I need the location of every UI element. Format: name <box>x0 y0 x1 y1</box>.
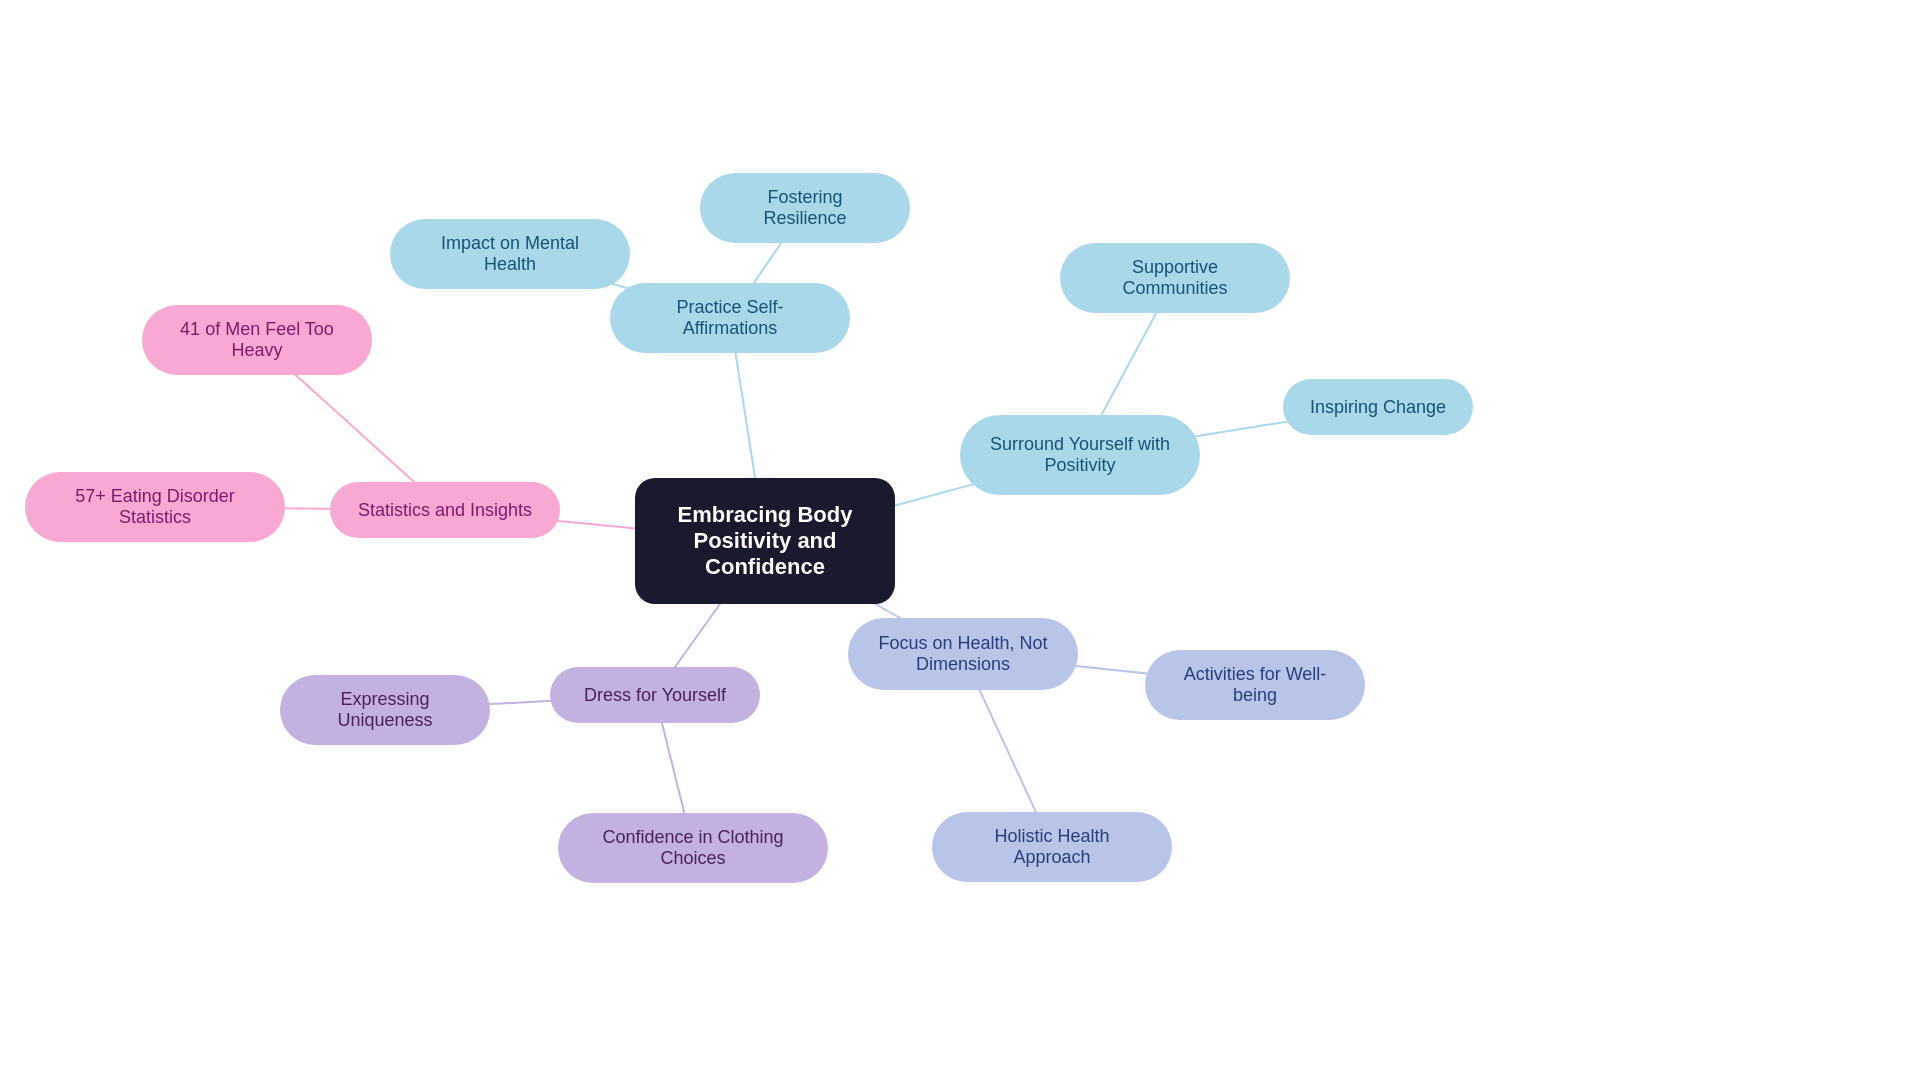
node-label-confidence-clothing: Confidence in Clothing Choices <box>582 827 804 869</box>
node-57-eating-disorder[interactable]: 57+ Eating Disorder Statistics <box>25 472 285 542</box>
node-label-surround-positivity: Surround Yourself with Positivity <box>984 434 1176 476</box>
node-supportive-communities[interactable]: Supportive Communities <box>1060 243 1290 313</box>
node-impact-mental-health[interactable]: Impact on Mental Health <box>390 219 630 289</box>
node-label-practice-self-affirmations: Practice Self-Affirmations <box>634 297 826 339</box>
node-label-fostering-resilience: Fostering Resilience <box>724 187 886 229</box>
node-label-inspiring-change: Inspiring Change <box>1310 397 1446 418</box>
node-surround-positivity[interactable]: Surround Yourself with Positivity <box>960 415 1200 495</box>
node-statistics-insights[interactable]: Statistics and Insights <box>330 482 560 538</box>
node-center[interactable]: Embracing Body Positivity and Confidence <box>635 478 895 604</box>
node-label-impact-mental-health: Impact on Mental Health <box>414 233 606 275</box>
node-focus-health[interactable]: Focus on Health, Not Dimensions <box>848 618 1078 690</box>
node-label-focus-health: Focus on Health, Not Dimensions <box>872 633 1054 675</box>
node-label-41-men-feel-too-heavy: 41 of Men Feel Too Heavy <box>166 319 348 361</box>
node-practice-self-affirmations[interactable]: Practice Self-Affirmations <box>610 283 850 353</box>
node-label-57-eating-disorder: 57+ Eating Disorder Statistics <box>49 486 261 528</box>
connections-svg <box>0 0 1920 1083</box>
node-label-supportive-communities: Supportive Communities <box>1084 257 1266 299</box>
node-fostering-resilience[interactable]: Fostering Resilience <box>700 173 910 243</box>
node-activities-wellbeing[interactable]: Activities for Well-being <box>1145 650 1365 720</box>
node-label-activities-wellbeing: Activities for Well-being <box>1169 664 1341 706</box>
node-dress-for-yourself[interactable]: Dress for Yourself <box>550 667 760 723</box>
node-label-center: Embracing Body Positivity and Confidence <box>665 502 865 580</box>
node-expressing-uniqueness[interactable]: Expressing Uniqueness <box>280 675 490 745</box>
node-label-statistics-insights: Statistics and Insights <box>358 500 532 521</box>
node-inspiring-change[interactable]: Inspiring Change <box>1283 379 1473 435</box>
node-label-holistic-health: Holistic Health Approach <box>956 826 1148 868</box>
node-label-dress-for-yourself: Dress for Yourself <box>584 685 726 706</box>
node-holistic-health[interactable]: Holistic Health Approach <box>932 812 1172 882</box>
node-confidence-clothing[interactable]: Confidence in Clothing Choices <box>558 813 828 883</box>
node-label-expressing-uniqueness: Expressing Uniqueness <box>304 689 466 731</box>
node-41-men-feel-too-heavy[interactable]: 41 of Men Feel Too Heavy <box>142 305 372 375</box>
mindmap-container: Embracing Body Positivity and Confidence… <box>0 0 1920 1083</box>
